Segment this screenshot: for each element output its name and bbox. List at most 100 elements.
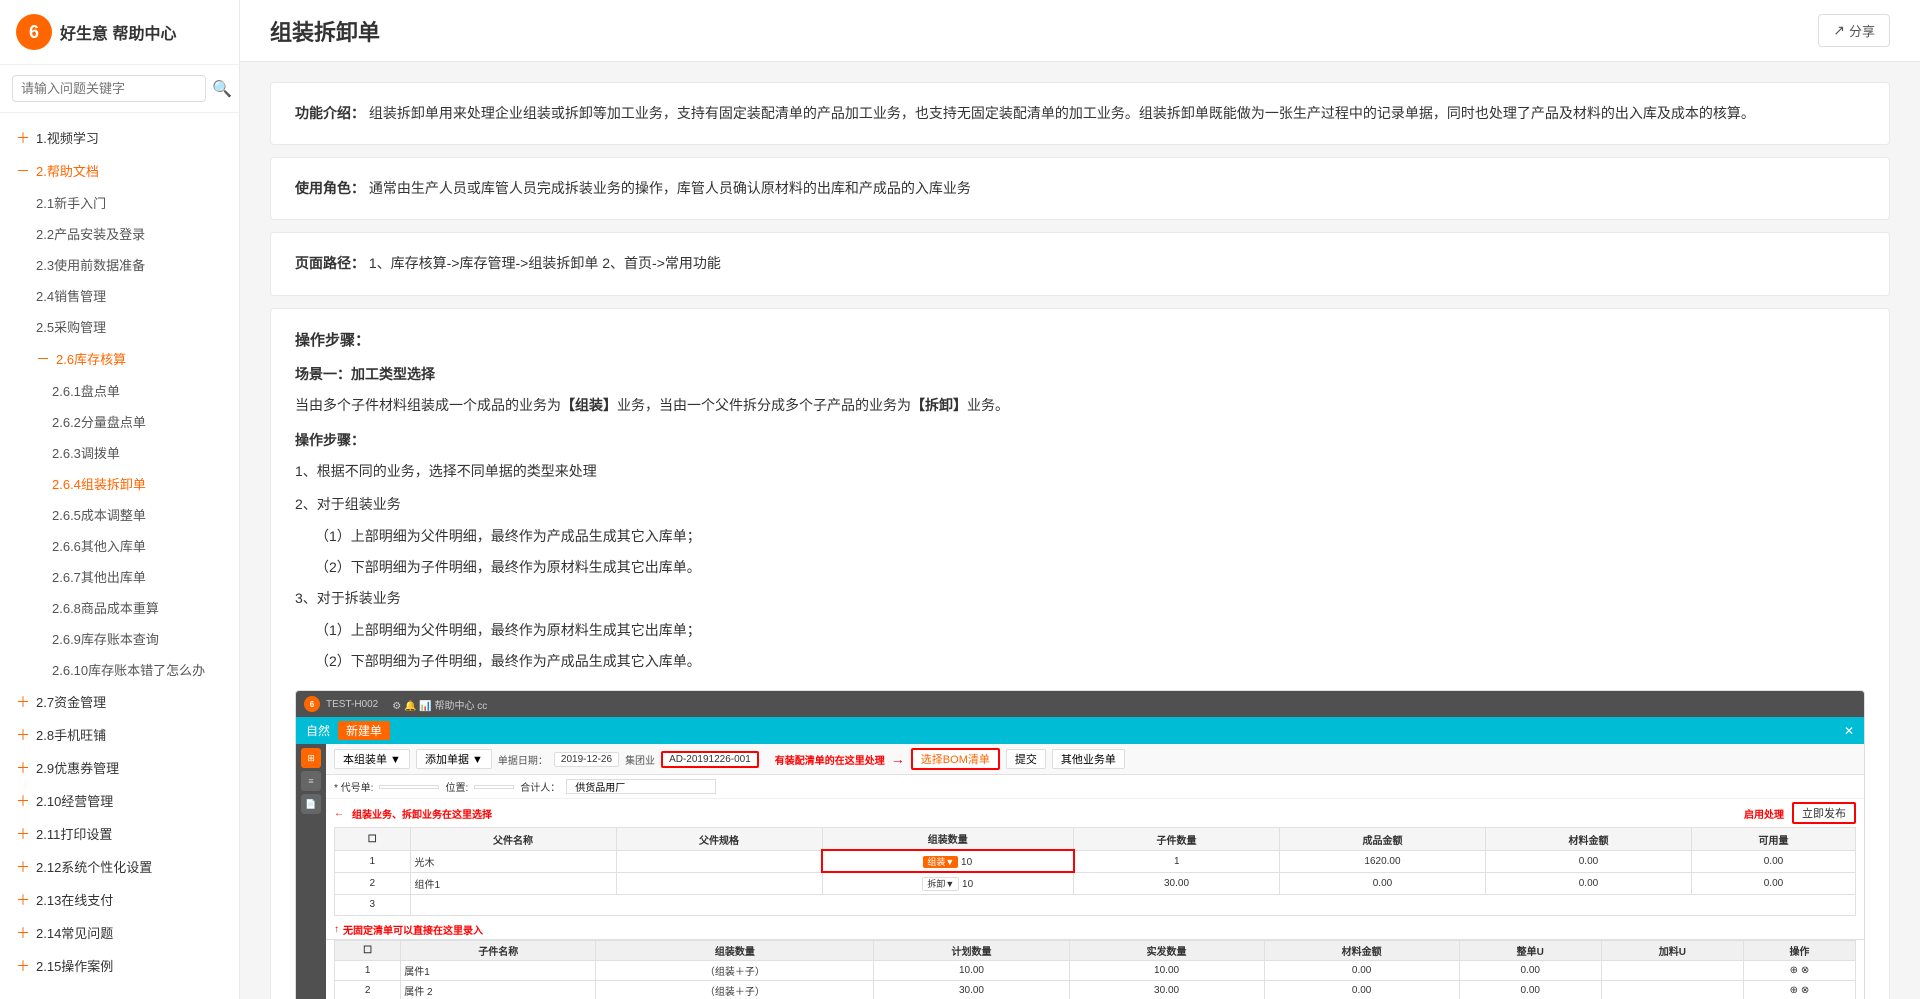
sidebar-item-adjust[interactable]: 2.6.3调拨单 [0, 437, 239, 468]
ss-tab1: 自然 [306, 722, 330, 739]
scene1-desc: 当由多个子件材料组装成一个成品的业务为【组装】业务，当由一个父件拆分成多个子产品… [295, 392, 1865, 419]
ss-lth-asmqty: 组装数量 [596, 940, 874, 960]
ops-title: 操作步骤： [295, 329, 1865, 350]
ss-formrow: * 代号单: 位置: 合计人： [326, 775, 1864, 799]
sidebar-item-faq[interactable]: ＋ 2.14常见问题 [0, 916, 239, 949]
plus-icon: ＋ [16, 893, 30, 907]
ss-btn-bom[interactable]: 选择BOM清单 [911, 748, 1000, 770]
plus-icon: ＋ [16, 959, 30, 973]
annotation-text3: 启用处理 [1744, 806, 1784, 821]
sidebar-item-pay[interactable]: ＋ 2.13在线支付 [0, 883, 239, 916]
annotation-text1: 有装配清单的在这里处理 [775, 752, 885, 767]
sidebar-item-video[interactable]: ＋ 1.视频学习 [0, 121, 239, 154]
ss-td-pspec [616, 850, 822, 872]
step1: 1、根据不同的业务，选择不同单据的类型来处理 [295, 458, 1865, 485]
ss-td-asmqty: 拆卸▼ 10 [822, 872, 1074, 894]
ss-logo: 6 [304, 696, 320, 712]
sidebar-item-cases[interactable]: ＋ 2.15操作案例 [0, 949, 239, 982]
ss-type-badge2: 拆卸▼ [922, 877, 959, 891]
ss-td-prodamt: 1620.00 [1280, 850, 1486, 872]
sidebar-item-splitstock[interactable]: 2.6.2分量盘点单 [0, 406, 239, 437]
step2a: （1）上部明细为父件明细，最终作为产成品生成其它入库单； [315, 523, 1865, 550]
ss-subtoolbar: 本组装单 ▼ 添加单据 ▼ 单据日期： 2019-12-26 集团业 AD-20… [326, 744, 1864, 775]
ss-ltd-asmqty: （组装＋子） [596, 980, 874, 999]
sidebar-item-inventory[interactable]: － 2.6库存核算 [0, 342, 239, 375]
ss-date-label: 单据日期： [498, 752, 548, 767]
ss-nav-list: ≡ [301, 771, 321, 791]
path-text: 1、库存核算->库存管理->组装拆卸单 2、首页->常用功能 [369, 255, 721, 271]
search-button[interactable]: 🔍 [212, 79, 232, 99]
sidebar-item-label: 2.7资金管理 [36, 692, 223, 711]
sidebar-item-label: 2.12系统个性化设置 [36, 857, 223, 876]
ss-td-pspec [616, 872, 822, 894]
plus-icon: ＋ [16, 728, 30, 742]
ss-td-subqty: 1 [1074, 850, 1280, 872]
sidebar-item-custom[interactable]: ＋ 2.12系统个性化设置 [0, 850, 239, 883]
ss-ltd-unitu: 0.00 [1459, 960, 1601, 980]
ss-qty-val: 10 [961, 857, 972, 868]
sidebar-item-assembly[interactable]: 2.6.4组装拆卸单 [0, 468, 239, 499]
ss-btn-type[interactable]: 本组装单 ▼ [334, 749, 410, 769]
sidebar-item-otherin[interactable]: 2.6.6其他入库单 [0, 530, 239, 561]
sidebar-item-label: 2.10经营管理 [36, 791, 223, 810]
sidebar-item-purchase[interactable]: 2.5采购管理 [0, 311, 239, 342]
ss-ltd-addu [1601, 960, 1743, 980]
role-text: 通常由生产人员或库管人员完成拆装业务的操作，库管人员确认原材料的出库和产成品的入… [369, 180, 971, 196]
ss-ltd-num: 2 [335, 980, 401, 999]
sidebar-item-label: 1.视频学习 [36, 128, 223, 147]
ss-btn-print[interactable]: 其他业务单 [1052, 749, 1125, 769]
annotation-arrow1: → [891, 751, 905, 767]
ss-ltd-matamt: 0.00 [1264, 960, 1459, 980]
sidebar-item-label: 2.14常见问题 [36, 923, 223, 942]
ss-ltd-unitu: 0.00 [1459, 980, 1601, 999]
table-row: 2 属件 2 （组装＋子） 30.00 30.00 0.00 0.00 [335, 980, 1856, 999]
ss-ltd-asmqty: （组装＋子） [596, 960, 874, 980]
ss-th-asm-qty: 组装数量 [822, 828, 1074, 851]
sidebar-item-ledger[interactable]: 2.6.9库存账本查询 [0, 623, 239, 654]
sidebar-item-print[interactable]: ＋ 2.11打印设置 [0, 817, 239, 850]
table-row: 1 光木 组装▼ 10 1 16 [335, 850, 1856, 872]
sidebar-item-sales[interactable]: 2.4销售管理 [0, 280, 239, 311]
intro-label: 功能介绍： [295, 105, 365, 121]
ss-lth-unitu: 整单U [1459, 940, 1601, 960]
ss-btn-enable[interactable]: 立即发布 [1792, 802, 1856, 824]
search-input[interactable] [12, 75, 206, 102]
ss-th-avail: 可用量 [1691, 828, 1855, 851]
ss-td-matamt: 0.00 [1485, 850, 1691, 872]
sidebar-item-ops[interactable]: ＋ 2.10经营管理 [0, 784, 239, 817]
ss-upper-table-wrap: ☐ 父件名称 父件规格 组装数量 子件数量 成品金额 材料金额 可用量 [326, 827, 1864, 920]
ss-btn-save[interactable]: 提交 [1006, 749, 1046, 769]
sidebar-item-wrongacc[interactable]: 2.6.10库存账本错了怎么办 [0, 654, 239, 685]
sidebar-item-cash[interactable]: ＋ 2.7资金管理 [0, 685, 239, 718]
sidebar-item-otherout[interactable]: 2.6.7其他出库单 [0, 561, 239, 592]
step3a: （1）上部明细为父件明细，最终作为原材料生成其它出库单； [315, 617, 1865, 644]
sidebar-item-docs[interactable]: － 2.帮助文档 [0, 154, 239, 187]
sidebar-item-costcalc[interactable]: 2.6.8商品成本重算 [0, 592, 239, 623]
scene1-title: 场景一：加工类型选择 [295, 364, 1865, 384]
sidebar-item-label: 2.9优惠券管理 [36, 758, 223, 777]
share-button[interactable]: ↗ 分享 [1818, 14, 1890, 47]
sidebar-item-label: 2.帮助文档 [36, 161, 223, 180]
path-label: 页面路径： [295, 255, 365, 271]
sidebar-item-data[interactable]: 2.3使用前数据准备 [0, 249, 239, 280]
ss-td-subqty2: 30.00 [1074, 872, 1280, 894]
ss-form-input1[interactable] [566, 779, 716, 794]
ss-ann-row: ← 组装业务、拆卸业务在这里选择 启用处理 立即发布 [326, 799, 1864, 827]
sidebar-item-coupon[interactable]: ＋ 2.9优惠券管理 [0, 751, 239, 784]
screenshot-image: 6 TEST-H002 ⚙ 🔔 📊 帮助中心 cc 自然 新建单 ✕ [296, 691, 1864, 999]
steps-section: 操作步骤： 场景一：加工类型选择 当由多个子件材料组装成一个成品的业务为【组装】… [270, 308, 1890, 999]
ss-nav-doc: 📄 [301, 794, 321, 814]
sidebar-item-stocktake[interactable]: 2.6.1盘点单 [0, 375, 239, 406]
ss-dialog-close: ✕ [1844, 724, 1854, 738]
main-header: 组装拆卸单 ↗ 分享 [240, 0, 1920, 62]
plus-icon: ＋ [16, 695, 30, 709]
ss-btn-date[interactable]: 添加单据 ▼ [416, 749, 492, 769]
sidebar-item-new[interactable]: 2.1新手入门 [0, 187, 239, 218]
ss-type-badge: 组装▼ [923, 856, 958, 868]
sidebar-item-costadj[interactable]: 2.6.5成本调整单 [0, 499, 239, 530]
ss-lth-addu: 加料U [1601, 940, 1743, 960]
sidebar-item-install[interactable]: 2.2产品安装及登录 [0, 218, 239, 249]
plus-icon: ＋ [16, 761, 30, 775]
sidebar-item-mobile[interactable]: ＋ 2.8手机旺铺 [0, 718, 239, 751]
step2b: （2）下部明细为子件明细，最终作为原材料生成其它出库单。 [315, 554, 1865, 581]
